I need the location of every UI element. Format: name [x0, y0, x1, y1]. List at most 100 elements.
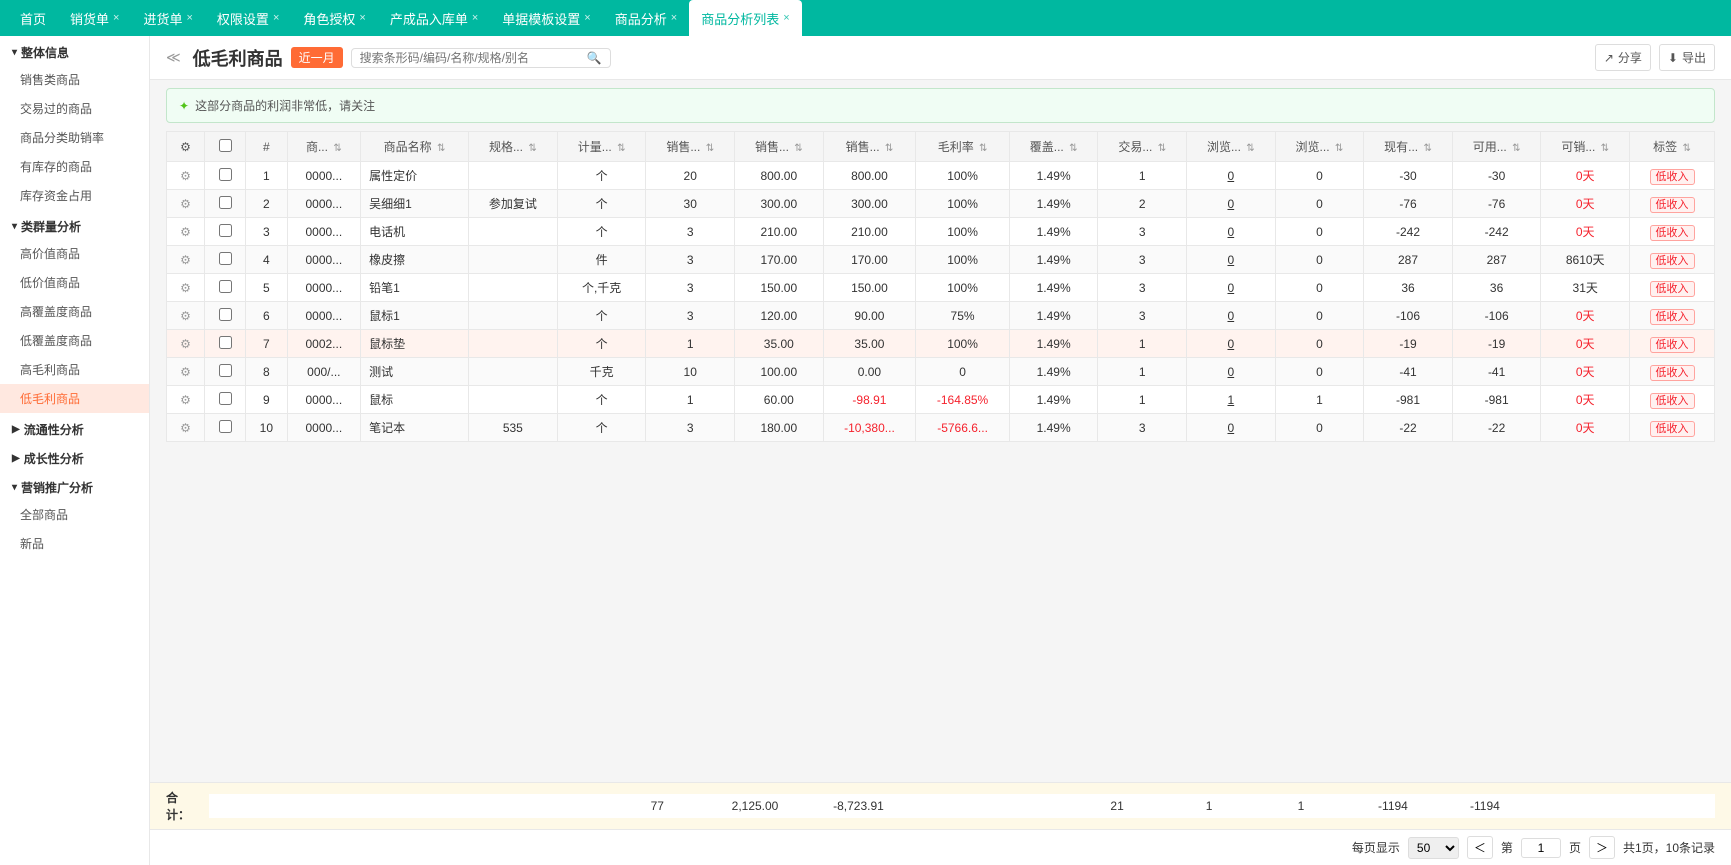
- cell-gear[interactable]: ⚙: [167, 358, 205, 386]
- row-checkbox[interactable]: [219, 168, 232, 181]
- row-checkbox[interactable]: [219, 224, 232, 237]
- table-row[interactable]: ⚙ 7 0002... 鼠标垫 个 1 35.00 35.00 100% 1.4…: [167, 330, 1715, 358]
- nav-close-icon[interactable]: ×: [113, 12, 119, 24]
- row-checkbox[interactable]: [219, 308, 232, 321]
- th-saleable[interactable]: 可销... ⇅: [1541, 132, 1630, 162]
- th-spec[interactable]: 规格... ⇅: [468, 132, 557, 162]
- cell-gear[interactable]: ⚙: [167, 190, 205, 218]
- th-views2[interactable]: 浏览... ⇅: [1275, 132, 1364, 162]
- cell-checkbox[interactable]: [205, 274, 246, 302]
- th-name[interactable]: 商品名称 ⇅: [361, 132, 469, 162]
- nav-product-analysis-list[interactable]: 商品分析列表×: [689, 0, 801, 36]
- cell-checkbox[interactable]: [205, 246, 246, 274]
- sidebar-item-all-products[interactable]: 全部商品: [0, 500, 149, 529]
- cell-checkbox[interactable]: [205, 162, 246, 190]
- cell-views1[interactable]: 0: [1187, 190, 1276, 218]
- cell-checkbox[interactable]: [205, 414, 246, 442]
- sidebar-group-cluster[interactable]: ▾ 类群量分析: [0, 210, 149, 239]
- sidebar-item-high-value[interactable]: 高价值商品: [0, 239, 149, 268]
- sidebar-group-growth[interactable]: ▶ 成长性分析: [0, 442, 149, 471]
- cell-checkbox[interactable]: [205, 386, 246, 414]
- th-sales-price[interactable]: 销售... ⇅: [735, 132, 824, 162]
- th-views1[interactable]: 浏览... ⇅: [1187, 132, 1276, 162]
- th-checkbox[interactable]: [205, 132, 246, 162]
- sidebar-item-low-coverage[interactable]: 低覆盖度商品: [0, 326, 149, 355]
- cell-gear[interactable]: ⚙: [167, 414, 205, 442]
- th-sales-qty[interactable]: 销售... ⇅: [646, 132, 735, 162]
- cell-gear[interactable]: ⚙: [167, 330, 205, 358]
- cell-checkbox[interactable]: [205, 218, 246, 246]
- per-page-select[interactable]: 50 100 200: [1408, 837, 1459, 859]
- next-page-button[interactable]: ＞: [1589, 836, 1615, 859]
- row-checkbox[interactable]: [219, 392, 232, 405]
- sidebar-item-low-margin[interactable]: 低毛利商品: [0, 384, 149, 413]
- nav-sales[interactable]: 销货单×: [58, 0, 131, 36]
- sidebar-item-low-value[interactable]: 低价值商品: [0, 268, 149, 297]
- row-checkbox[interactable]: [219, 336, 232, 349]
- period-button[interactable]: 近一月: [291, 47, 343, 68]
- table-row[interactable]: ⚙ 1 0000... 属性定价 个 20 800.00 800.00 100%…: [167, 162, 1715, 190]
- page-input[interactable]: [1521, 838, 1561, 858]
- sidebar-group-overall[interactable]: ▾ 整体信息: [0, 36, 149, 65]
- sidebar-item-high-coverage[interactable]: 高覆盖度商品: [0, 297, 149, 326]
- table-row[interactable]: ⚙ 2 0000... 吴细细1 参加复试 个 30 300.00 300.00…: [167, 190, 1715, 218]
- prev-page-button[interactable]: ＜: [1467, 836, 1493, 859]
- nav-template[interactable]: 单据模板设置×: [490, 0, 602, 36]
- table-row[interactable]: ⚙ 8 000/... 测试 千克 10 100.00 0.00 0 1.49%…: [167, 358, 1715, 386]
- th-cover-rate[interactable]: 覆盖... ⇅: [1009, 132, 1098, 162]
- cell-views1[interactable]: 0: [1187, 218, 1276, 246]
- sidebar-group-flow[interactable]: ▶ 流通性分析: [0, 413, 149, 442]
- nav-close-icon4[interactable]: ×: [359, 12, 365, 24]
- cell-gear[interactable]: ⚙: [167, 302, 205, 330]
- th-sales-profit[interactable]: 销售... ⇅: [823, 132, 916, 162]
- sidebar-item-new-products[interactable]: 新品: [0, 529, 149, 558]
- nav-roles[interactable]: 角色授权×: [291, 0, 377, 36]
- row-checkbox[interactable]: [219, 364, 232, 377]
- th-tag[interactable]: 标签 ⇅: [1630, 132, 1715, 162]
- sidebar-item-high-margin[interactable]: 高毛利商品: [0, 355, 149, 384]
- search-input[interactable]: [360, 51, 587, 65]
- sidebar-item-traded-products[interactable]: 交易过的商品: [0, 94, 149, 123]
- table-row[interactable]: ⚙ 3 0000... 电话机 个 3 210.00 210.00 100% 1…: [167, 218, 1715, 246]
- cell-checkbox[interactable]: [205, 330, 246, 358]
- sidebar-item-category-sales[interactable]: 商品分类助销率: [0, 123, 149, 152]
- nav-close-icon6[interactable]: ×: [584, 12, 590, 24]
- cell-views1[interactable]: 0: [1187, 414, 1276, 442]
- th-code[interactable]: 商... ⇅: [287, 132, 361, 162]
- cell-views1[interactable]: 0: [1187, 246, 1276, 274]
- cell-gear[interactable]: ⚙: [167, 162, 205, 190]
- th-gross-rate[interactable]: 毛利率 ⇅: [916, 132, 1010, 162]
- nav-product-in[interactable]: 产成品入库单×: [378, 0, 490, 36]
- th-gear[interactable]: ⚙: [167, 132, 205, 162]
- nav-close-icon2[interactable]: ×: [186, 12, 192, 24]
- nav-close-icon3[interactable]: ×: [273, 12, 279, 24]
- cell-views1[interactable]: 0: [1187, 162, 1276, 190]
- table-row[interactable]: ⚙ 9 0000... 鼠标 个 1 60.00 -98.91 -164.85%…: [167, 386, 1715, 414]
- row-checkbox[interactable]: [219, 280, 232, 293]
- row-checkbox[interactable]: [219, 420, 232, 433]
- th-available[interactable]: 可用... ⇅: [1452, 132, 1541, 162]
- cell-gear[interactable]: ⚙: [167, 386, 205, 414]
- nav-close-icon8[interactable]: ×: [783, 12, 789, 24]
- th-current[interactable]: 现有... ⇅: [1364, 132, 1453, 162]
- nav-purchase[interactable]: 进货单×: [131, 0, 204, 36]
- cell-gear[interactable]: ⚙: [167, 246, 205, 274]
- sidebar-item-stock-capital[interactable]: 库存资金占用: [0, 181, 149, 210]
- th-unit[interactable]: 计量... ⇅: [557, 132, 646, 162]
- cell-views1[interactable]: 0: [1187, 302, 1276, 330]
- sidebar-item-sales-products[interactable]: 销售类商品: [0, 65, 149, 94]
- collapse-sidebar-btn[interactable]: ≪: [166, 49, 181, 66]
- cell-views1[interactable]: 0: [1187, 274, 1276, 302]
- table-row[interactable]: ⚙ 10 0000... 笔记本 535 个 3 180.00 -10,380.…: [167, 414, 1715, 442]
- nav-permissions[interactable]: 权限设置×: [205, 0, 291, 36]
- cell-views1[interactable]: 0: [1187, 358, 1276, 386]
- table-row[interactable]: ⚙ 6 0000... 鼠标1 个 3 120.00 90.00 75% 1.4…: [167, 302, 1715, 330]
- table-row[interactable]: ⚙ 4 0000... 橡皮擦 件 3 170.00 170.00 100% 1…: [167, 246, 1715, 274]
- cell-views1[interactable]: 1: [1187, 386, 1276, 414]
- row-checkbox[interactable]: [219, 252, 232, 265]
- cell-checkbox[interactable]: [205, 190, 246, 218]
- sidebar-group-marketing[interactable]: ▾ 营销推广分析: [0, 471, 149, 500]
- table-row[interactable]: ⚙ 5 0000... 铅笔1 个,千克 3 150.00 150.00 100…: [167, 274, 1715, 302]
- export-button[interactable]: ⬇ 导出: [1659, 44, 1715, 71]
- cell-checkbox[interactable]: [205, 302, 246, 330]
